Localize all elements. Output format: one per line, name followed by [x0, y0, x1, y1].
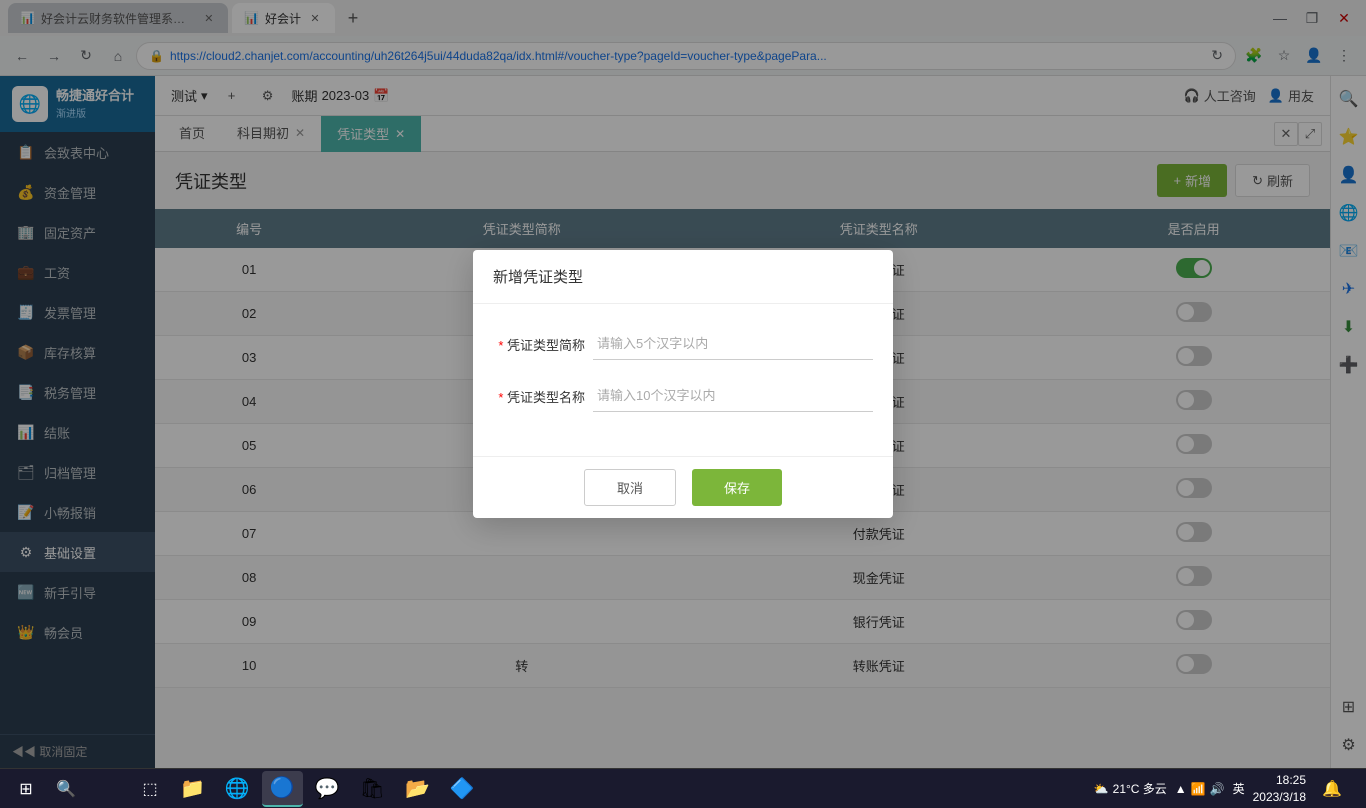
- taskbar-app-folder[interactable]: 📂: [397, 771, 438, 807]
- short-name-input[interactable]: [593, 328, 873, 360]
- lang-indicator: 英: [1233, 780, 1245, 797]
- edge2-taskbar-icon: 🔷: [450, 776, 475, 801]
- notification-button[interactable]: 🔔: [1314, 771, 1350, 807]
- taskbar: ⊞ 🔍 ⬚ 📁 🌐 🔵 💬 🛍 📂 🔷 ⛅ 21°C 多云 ▲ 📶 🔊 英 18…: [0, 768, 1366, 808]
- date-display: 2023/3/18: [1253, 789, 1306, 806]
- wifi-icon: 📶: [1191, 782, 1206, 796]
- modal-footer: 取消 保存: [473, 456, 893, 518]
- required-marker-2: *: [498, 390, 503, 405]
- search-taskbar-button[interactable]: 🔍: [48, 771, 128, 807]
- cancel-button[interactable]: 取消: [584, 469, 676, 506]
- folder-taskbar-icon: 📂: [405, 776, 430, 801]
- taskbar-app-edge[interactable]: 🔵: [262, 771, 303, 807]
- form-row-short: * 凭证类型简称: [493, 328, 873, 360]
- edge-taskbar-icon: 🔵: [270, 775, 295, 800]
- weather-info: ⛅ 21°C 多云: [1094, 780, 1167, 797]
- weather-icon: ⛅: [1094, 782, 1109, 796]
- explorer-icon: 📁: [180, 776, 205, 801]
- modal-header: 新增凭证类型: [473, 250, 893, 304]
- start-button[interactable]: ⊞: [8, 771, 44, 807]
- weather-temp: 21°C 多云: [1113, 780, 1167, 797]
- clock: 18:25 2023/3/18: [1253, 772, 1306, 806]
- taskbar-tray: ⛅ 21°C 多云 ▲ 📶 🔊 英 18:25 2023/3/18 🔔: [1086, 771, 1358, 807]
- full-name-input[interactable]: [593, 380, 873, 412]
- tray-icons: ▲ 📶 🔊: [1175, 782, 1225, 796]
- short-name-label: * 凭证类型简称: [493, 335, 593, 354]
- save-button[interactable]: 保存: [692, 469, 782, 506]
- time-display: 18:25: [1253, 772, 1306, 789]
- taskbar-app-explorer[interactable]: 📁: [172, 771, 213, 807]
- modal-body: * 凭证类型简称 * 凭证类型名称: [473, 304, 893, 456]
- modal-overlay: 新增凭证类型 * 凭证类型简称 * 凭证类型名称 取消 保存: [0, 0, 1366, 768]
- arrow-up-icon: ▲: [1175, 782, 1187, 796]
- store-taskbar-icon: 🛍: [360, 776, 385, 801]
- required-marker: *: [498, 338, 503, 353]
- full-name-label: * 凭证类型名称: [493, 387, 593, 406]
- modal-dialog: 新增凭证类型 * 凭证类型简称 * 凭证类型名称 取消 保存: [473, 250, 893, 518]
- volume-icon: 🔊: [1210, 782, 1225, 796]
- taskbar-app-chrome[interactable]: 🌐: [217, 771, 258, 807]
- wechat-taskbar-icon: 💬: [315, 776, 340, 801]
- taskview-button[interactable]: ⬚: [132, 771, 168, 807]
- form-row-full: * 凭证类型名称: [493, 380, 873, 412]
- taskbar-app-store[interactable]: 🛍: [352, 771, 393, 807]
- taskbar-app-edge2[interactable]: 🔷: [442, 771, 483, 807]
- taskbar-app-wechat[interactable]: 💬: [307, 771, 348, 807]
- chrome-taskbar-icon: 🌐: [225, 776, 250, 801]
